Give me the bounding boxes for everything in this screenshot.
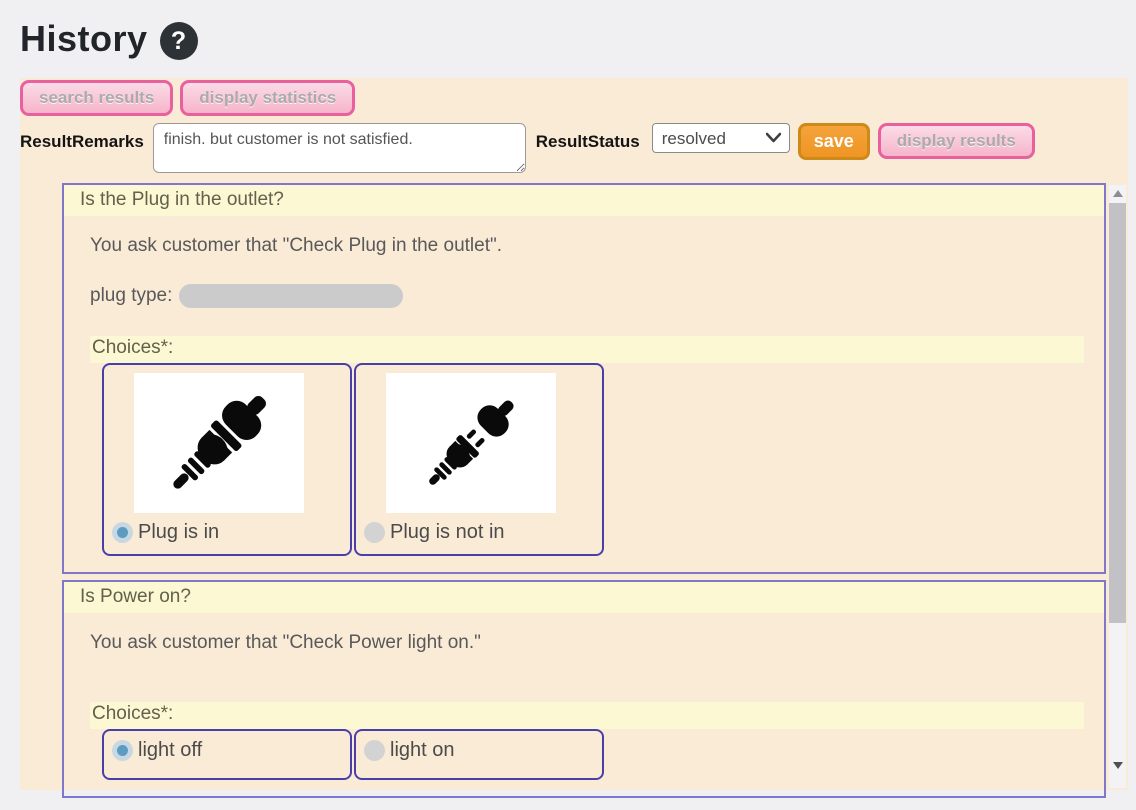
questions-scroll-area: Is the Plug in the outlet? You ask custo… bbox=[62, 183, 1126, 798]
radio-plug-is-in[interactable] bbox=[112, 522, 133, 543]
main-form-container: search results display statistics Result… bbox=[20, 78, 1128, 798]
choice-label: light off bbox=[138, 739, 203, 761]
choice-image bbox=[386, 373, 556, 513]
question-title: Is Power on? bbox=[64, 582, 1104, 613]
result-remarks-input[interactable]: finish. but customer is not satisfied. bbox=[152, 123, 526, 173]
display-statistics-button[interactable]: display statistics bbox=[180, 80, 356, 116]
question-panel-power: Is Power on? You ask customer that "Chec… bbox=[62, 580, 1106, 798]
choice-label: Plug is not in bbox=[390, 521, 505, 543]
question-title: Is the Plug in the outlet? bbox=[64, 185, 1104, 216]
choices-label: Choices*: bbox=[90, 336, 1084, 363]
triangle-up-icon bbox=[1112, 190, 1123, 197]
question-panel-plug: Is the Plug in the outlet? You ask custo… bbox=[62, 183, 1106, 574]
choice-light-on[interactable]: light on bbox=[354, 729, 604, 780]
toolbar: search results display statistics bbox=[20, 78, 1128, 116]
vertical-scrollbar[interactable] bbox=[1109, 185, 1126, 788]
choice-plug-is-not-in[interactable]: Plug is not in bbox=[354, 363, 604, 556]
scrollbar-thumb[interactable] bbox=[1109, 203, 1126, 623]
triangle-down-icon bbox=[1112, 762, 1123, 769]
choices-row: Plug is in Plug is not in bbox=[102, 363, 1090, 556]
question-description: You ask customer that "Check Power light… bbox=[90, 632, 481, 653]
choice-option-row: Plug is not in bbox=[364, 521, 596, 544]
plug-disconnected-icon bbox=[429, 400, 514, 485]
choice-label: light on bbox=[390, 739, 455, 761]
plug-type-row: plug type: bbox=[90, 284, 1090, 308]
radio-plug-is-not-in[interactable] bbox=[364, 522, 385, 543]
result-form-row: ResultRemarks finish. but customer is no… bbox=[20, 123, 1128, 173]
result-status-label: ResultStatus bbox=[535, 132, 640, 151]
question-body: You ask customer that "Check Plug in the… bbox=[64, 235, 1104, 572]
search-results-button[interactable]: search results bbox=[20, 80, 174, 116]
display-results-button[interactable]: display results bbox=[877, 123, 1035, 159]
page-title: History bbox=[20, 18, 148, 59]
choice-light-off[interactable]: light off bbox=[102, 729, 352, 780]
choice-label: Plug is in bbox=[138, 521, 220, 543]
question-description: You ask customer that "Check Plug in the… bbox=[90, 235, 503, 256]
choice-option-row: light off bbox=[112, 739, 344, 762]
help-icon[interactable]: ? bbox=[159, 22, 198, 60]
plug-type-label: plug type: bbox=[90, 285, 173, 306]
choice-option-row: light on bbox=[364, 739, 596, 762]
plug-connected-icon bbox=[173, 396, 266, 489]
page-header: History ? bbox=[0, 0, 1136, 70]
plug-type-value-box[interactable] bbox=[179, 284, 404, 308]
result-status-select[interactable]: resolved bbox=[651, 123, 790, 153]
result-status-select-wrap: resolved bbox=[651, 123, 790, 153]
scroll-up-icon[interactable] bbox=[1109, 185, 1126, 202]
radio-light-off[interactable] bbox=[112, 740, 133, 761]
result-remarks-label: ResultRemarks bbox=[20, 132, 144, 151]
radio-light-on[interactable] bbox=[364, 740, 385, 761]
choices-label: Choices*: bbox=[90, 702, 1084, 729]
choices-row: light off light on bbox=[102, 729, 1090, 780]
scroll-down-icon[interactable] bbox=[1109, 757, 1126, 774]
choice-option-row: Plug is in bbox=[112, 521, 344, 544]
choice-image bbox=[134, 373, 304, 513]
save-button[interactable]: save bbox=[797, 123, 870, 160]
choice-plug-is-in[interactable]: Plug is in bbox=[102, 363, 352, 556]
question-body: You ask customer that "Check Power light… bbox=[64, 632, 1104, 796]
